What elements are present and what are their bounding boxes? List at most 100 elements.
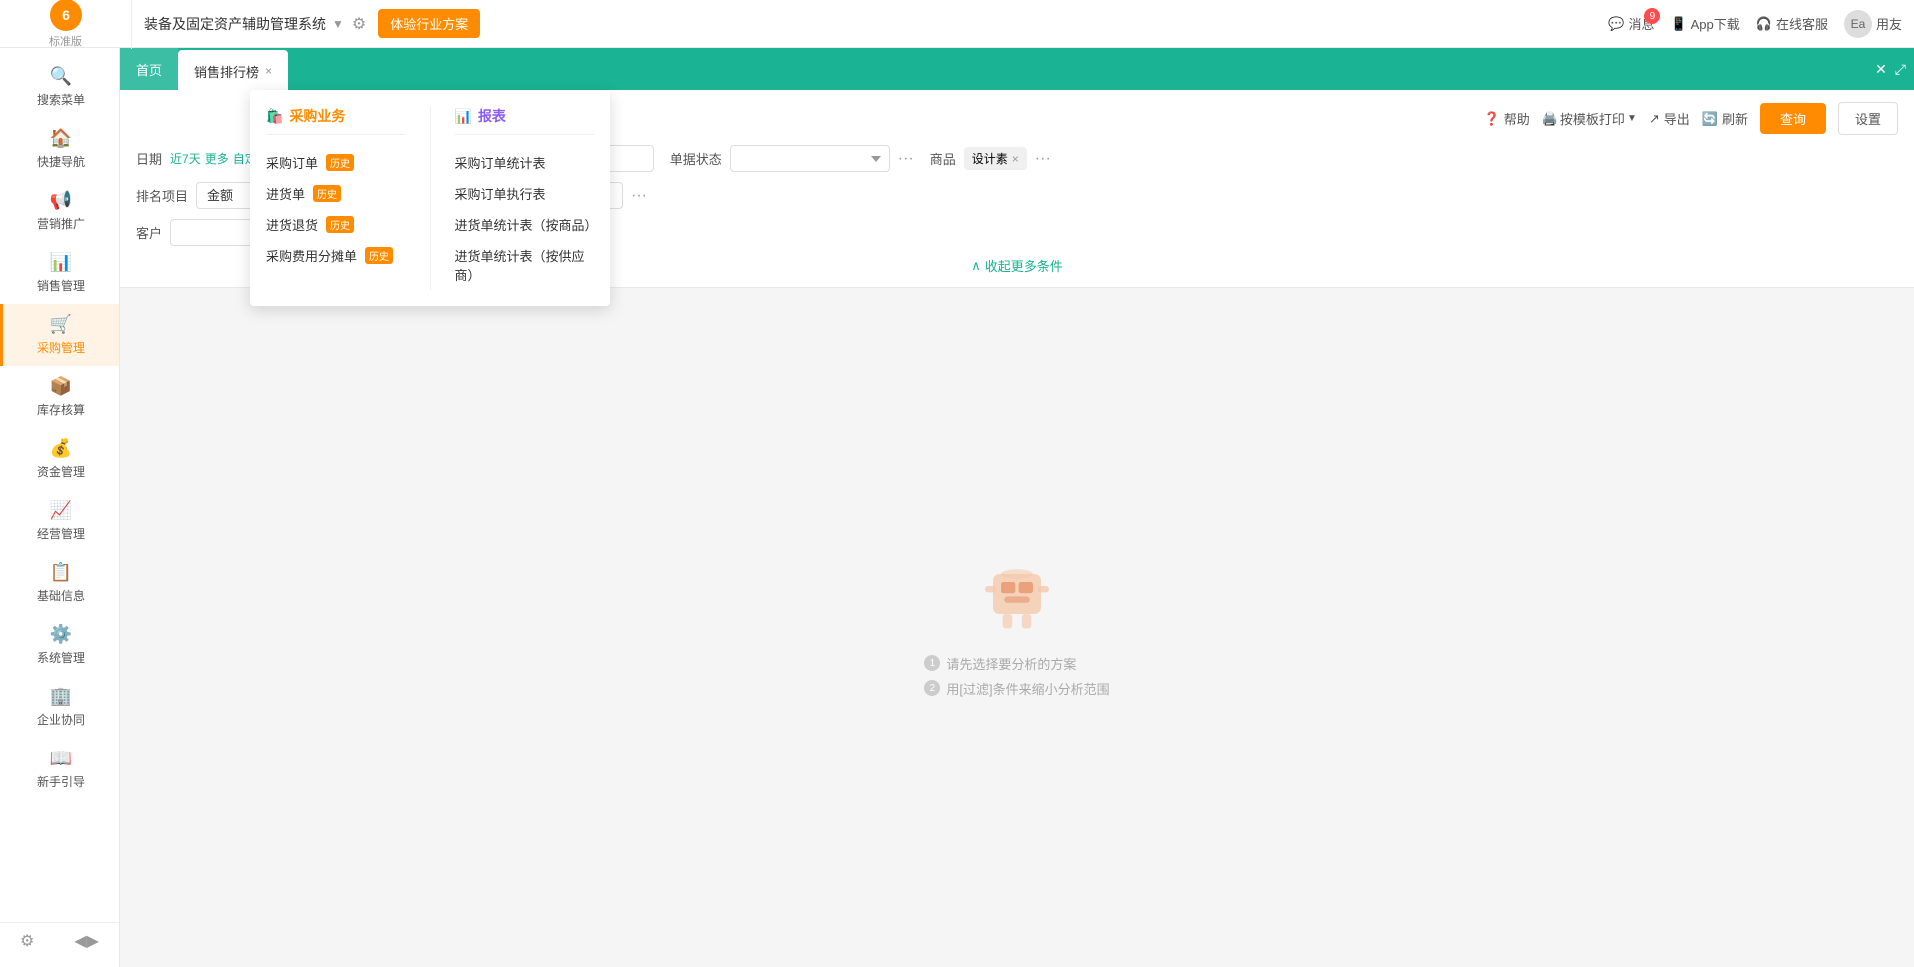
sidebar-item-enterprise[interactable]: 🏢 企业协同 [0,676,119,738]
industry-btn[interactable]: 体验行业方案 [378,9,480,38]
purchase-report-icon: 📊 [455,108,472,125]
sidebar-label-quick-nav: 快捷导航 [37,153,85,170]
headset-icon: 🎧 [1756,16,1772,32]
sidebar-label-purchase: 采购管理 [37,339,85,356]
sidebar-item-sales[interactable]: 📊 销售管理 [0,242,119,304]
quick-7days[interactable]: 近7天 [170,150,201,167]
purchase-business-header: 🛍️ 采购业务 [266,106,406,135]
sidebar-item-quick-nav[interactable]: 🏠 快捷导航 [0,118,119,180]
menu-item-order-exec[interactable]: 采购订单执行表 [455,178,595,209]
tab-close-icon[interactable]: × [265,64,272,78]
doc-status-select[interactable] [730,145,890,172]
logo-area: 6 标准版 [12,0,132,49]
settings-icon[interactable]: ⚙ [352,14,366,34]
top-bar: 6 标准版 装备及固定资产辅助管理系统 ▼ ⚙ 体验行业方案 💬 消息 9 📱 … [0,0,1914,48]
help-icon: ❓ [1484,111,1500,127]
refresh-label: 刷新 [1722,109,1748,128]
menu-item-order-stats[interactable]: 采购订单统计表 [455,147,595,178]
sidebar-settings-btn[interactable]: ⚙ [20,931,34,951]
sidebar-item-operations[interactable]: 📈 经营管理 [0,490,119,552]
inbound-stats-supplier-label: 进货单统计表（按供应商） [455,246,595,284]
print-btn[interactable]: 🖨️ 按模板打印 ▼ [1542,109,1637,128]
menu-item-return[interactable]: 进货退货 历史 [266,209,406,240]
goods-field: 商品 设计素 × ··· [930,147,1051,170]
sidebar-item-basic-info[interactable]: 📋 基础信息 [0,552,119,614]
empty-tip-1: 1 请先选择要分析的方案 [924,654,1109,673]
goods-ellipsis[interactable]: ··· [1035,150,1051,168]
inbound-stats-goods-label: 进货单统计表（按商品） [455,215,595,234]
print-arrow-icon: ▼ [1627,113,1637,124]
empty-tips: 1 请先选择要分析的方案 2 用[过滤]条件来缩小分析范围 [924,654,1109,698]
print-label: 按模板打印 [1560,109,1625,128]
sidebar-label-sales: 销售管理 [37,277,85,294]
purchase-report-title: 报表 [478,106,506,126]
app-download-btn[interactable]: 📱 App下载 [1670,14,1739,33]
date-label: 日期 [136,149,162,168]
sidebar-label-search: 搜索菜单 [37,91,85,108]
title-dropdown-icon[interactable]: ▼ [332,17,344,31]
sidebar-label-basic-info: 基础信息 [37,587,85,604]
purchase-business-icon: 🛍️ [266,108,283,125]
sidebar-item-inventory[interactable]: 📦 库存核算 [0,366,119,428]
app-download-label: App下载 [1691,14,1740,33]
sidebar-item-search[interactable]: 🔍 搜索菜单 [0,56,119,118]
export-icon: ↗ [1649,111,1660,127]
tab-collapse-icon[interactable]: ✕ [1875,61,1887,78]
sidebar-item-system[interactable]: ⚙️ 系统管理 [0,614,119,676]
return-label: 进货退货 [266,215,318,234]
help-btn[interactable]: ❓ 帮助 [1484,109,1530,128]
online-service-btn[interactable]: 🎧 在线客服 [1756,14,1828,33]
message-icon: 💬 [1608,16,1624,32]
purchase-business-col: 🛍️ 采购业务 采购订单 历史 进货单 历史 进货退货 历史 采购费用分摊单 [266,106,406,290]
guide-icon: 📖 [50,748,72,769]
top-bar-right: 💬 消息 9 📱 App下载 🎧 在线客服 Ea 用友 [1608,10,1902,38]
message-btn[interactable]: 💬 消息 9 [1608,14,1654,33]
menu-item-purchase-order[interactable]: 采购订单 历史 [266,147,406,178]
tip-num-1: 1 [924,655,940,671]
menu-item-expense[interactable]: 采购费用分摊单 历史 [266,240,406,271]
menu-item-inbound[interactable]: 进货单 历史 [266,178,406,209]
export-btn[interactable]: ↗ 导出 [1649,109,1690,128]
sidebar-item-finance[interactable]: 💰 资金管理 [0,428,119,490]
basic-info-icon: 📋 [50,562,72,583]
sidebar-label-guide: 新手引导 [37,773,85,790]
settings-btn[interactable]: 设置 [1838,102,1898,135]
user-btn[interactable]: Ea 用友 [1844,10,1902,38]
sidebar-item-guide[interactable]: 📖 新手引导 [0,738,119,800]
inventory-icon: 📦 [50,376,72,397]
enterprise-icon: 🏢 [50,686,72,707]
sidebar-label-operations: 经营管理 [37,525,85,542]
sidebar-item-marketing[interactable]: 📢 营销推广 [0,180,119,242]
sidebar-collapse-btn[interactable]: ◀▶ [74,931,99,951]
menu-item-inbound-stats-supplier[interactable]: 进货单统计表（按供应商） [455,240,595,290]
svg-text:6: 6 [62,7,70,23]
export-label: 导出 [1664,109,1690,128]
phone-icon: 📱 [1670,16,1686,32]
ranking-label: 排名项目 [136,186,188,205]
empty-tip-2: 2 用[过滤]条件来缩小分析范围 [924,679,1109,698]
sidebar-label-finance: 资金管理 [37,463,85,480]
expense-label: 采购费用分摊单 [266,246,357,265]
menu-item-inbound-stats-goods[interactable]: 进货单统计表（按商品） [455,209,595,240]
tab-home[interactable]: 首页 [120,48,178,90]
message-badge: 9 [1644,8,1660,24]
tab-sales-ranking[interactable]: 销售排行榜 × [178,50,288,92]
sidebar-label-inventory: 库存核算 [37,401,85,418]
tip-text-2: 用[过滤]条件来缩小分析范围 [946,679,1109,698]
query-btn[interactable]: 查询 [1760,103,1826,134]
expense-history: 历史 [365,247,393,264]
home-icon: 🏠 [50,128,72,149]
goods-label: 商品 [930,149,956,168]
goods-tag-close[interactable]: × [1012,152,1019,166]
doc-status-field: 单据状态 ··· [670,145,914,172]
more-date[interactable]: 更多 [205,150,229,167]
empty-state: 1 请先选择要分析的方案 2 用[过滤]条件来缩小分析范围 [120,288,1914,967]
tab-expand-icon[interactable]: ⤢ [1895,61,1906,78]
order-exec-label: 采购订单执行表 [455,184,546,203]
sidebar-item-purchase[interactable]: 🛒 采购管理 [0,304,119,366]
refresh-btn[interactable]: 🔄 刷新 [1702,109,1748,128]
online-service-label: 在线客服 [1776,14,1828,33]
salesperson-ellipsis[interactable]: ··· [631,187,647,205]
doc-status-ellipsis[interactable]: ··· [898,150,914,168]
purchase-report-header: 📊 报表 [455,106,595,135]
